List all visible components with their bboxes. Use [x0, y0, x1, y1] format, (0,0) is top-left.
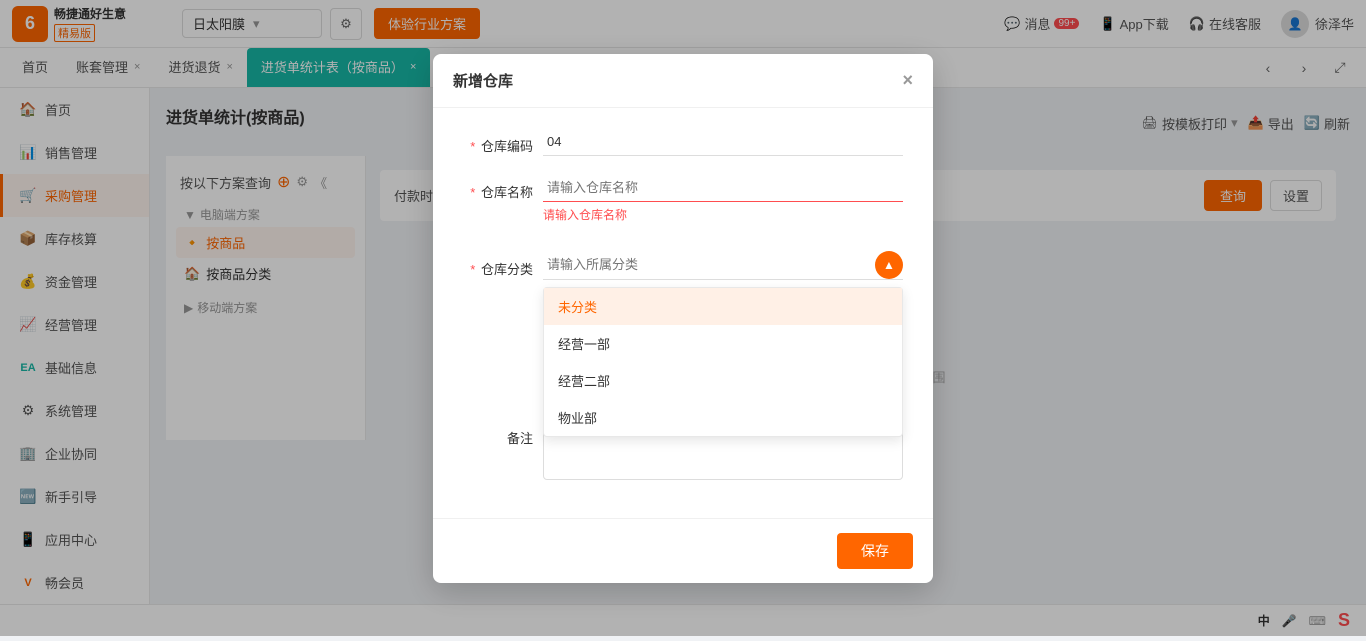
- modal-close-button[interactable]: ×: [902, 71, 913, 89]
- category-required-mark: *: [470, 262, 475, 277]
- name-required-mark: *: [470, 185, 475, 200]
- category-toggle-button[interactable]: ▲: [875, 251, 903, 279]
- code-required-mark: *: [470, 139, 475, 154]
- form-row-name: * 仓库名称 请输入仓库名称: [463, 174, 903, 223]
- category-dropdown: 未分类 经营一部 经营二部 物业部: [543, 287, 903, 437]
- category-input-row: ▲: [543, 251, 903, 280]
- category-input[interactable]: [543, 251, 875, 278]
- notes-label: 备注: [463, 420, 543, 447]
- dropdown-item-ops2[interactable]: 经营二部: [544, 362, 902, 399]
- category-label: * 仓库分类: [463, 251, 543, 278]
- modal-title: 新增仓库: [453, 70, 513, 91]
- modal-footer: 保存: [433, 518, 933, 583]
- form-row-category: * 仓库分类 ▲ 未分类 经营一部 经营二部 物业部: [463, 251, 903, 280]
- add-warehouse-modal: 新增仓库 × * 仓库编码 * 仓库名称 请输入仓库名称: [433, 54, 933, 583]
- code-label: * 仓库编码: [463, 128, 543, 155]
- dropdown-item-unclassified[interactable]: 未分类: [544, 288, 902, 325]
- modal-overlay[interactable]: 新增仓库 × * 仓库编码 * 仓库名称 请输入仓库名称: [0, 0, 1366, 636]
- code-input[interactable]: [543, 128, 903, 156]
- modal-header: 新增仓库 ×: [433, 54, 933, 108]
- category-wrapper: ▲ 未分类 经营一部 经营二部 物业部: [543, 251, 903, 280]
- dropdown-item-property[interactable]: 物业部: [544, 399, 902, 436]
- form-row-code: * 仓库编码: [463, 128, 903, 156]
- dropdown-item-ops1[interactable]: 经营一部: [544, 325, 902, 362]
- modal-body: * 仓库编码 * 仓库名称 请输入仓库名称 *: [433, 108, 933, 518]
- save-button[interactable]: 保存: [837, 533, 913, 569]
- name-label: * 仓库名称: [463, 174, 543, 201]
- name-input[interactable]: [543, 174, 903, 202]
- name-error-msg: 请输入仓库名称: [543, 206, 903, 223]
